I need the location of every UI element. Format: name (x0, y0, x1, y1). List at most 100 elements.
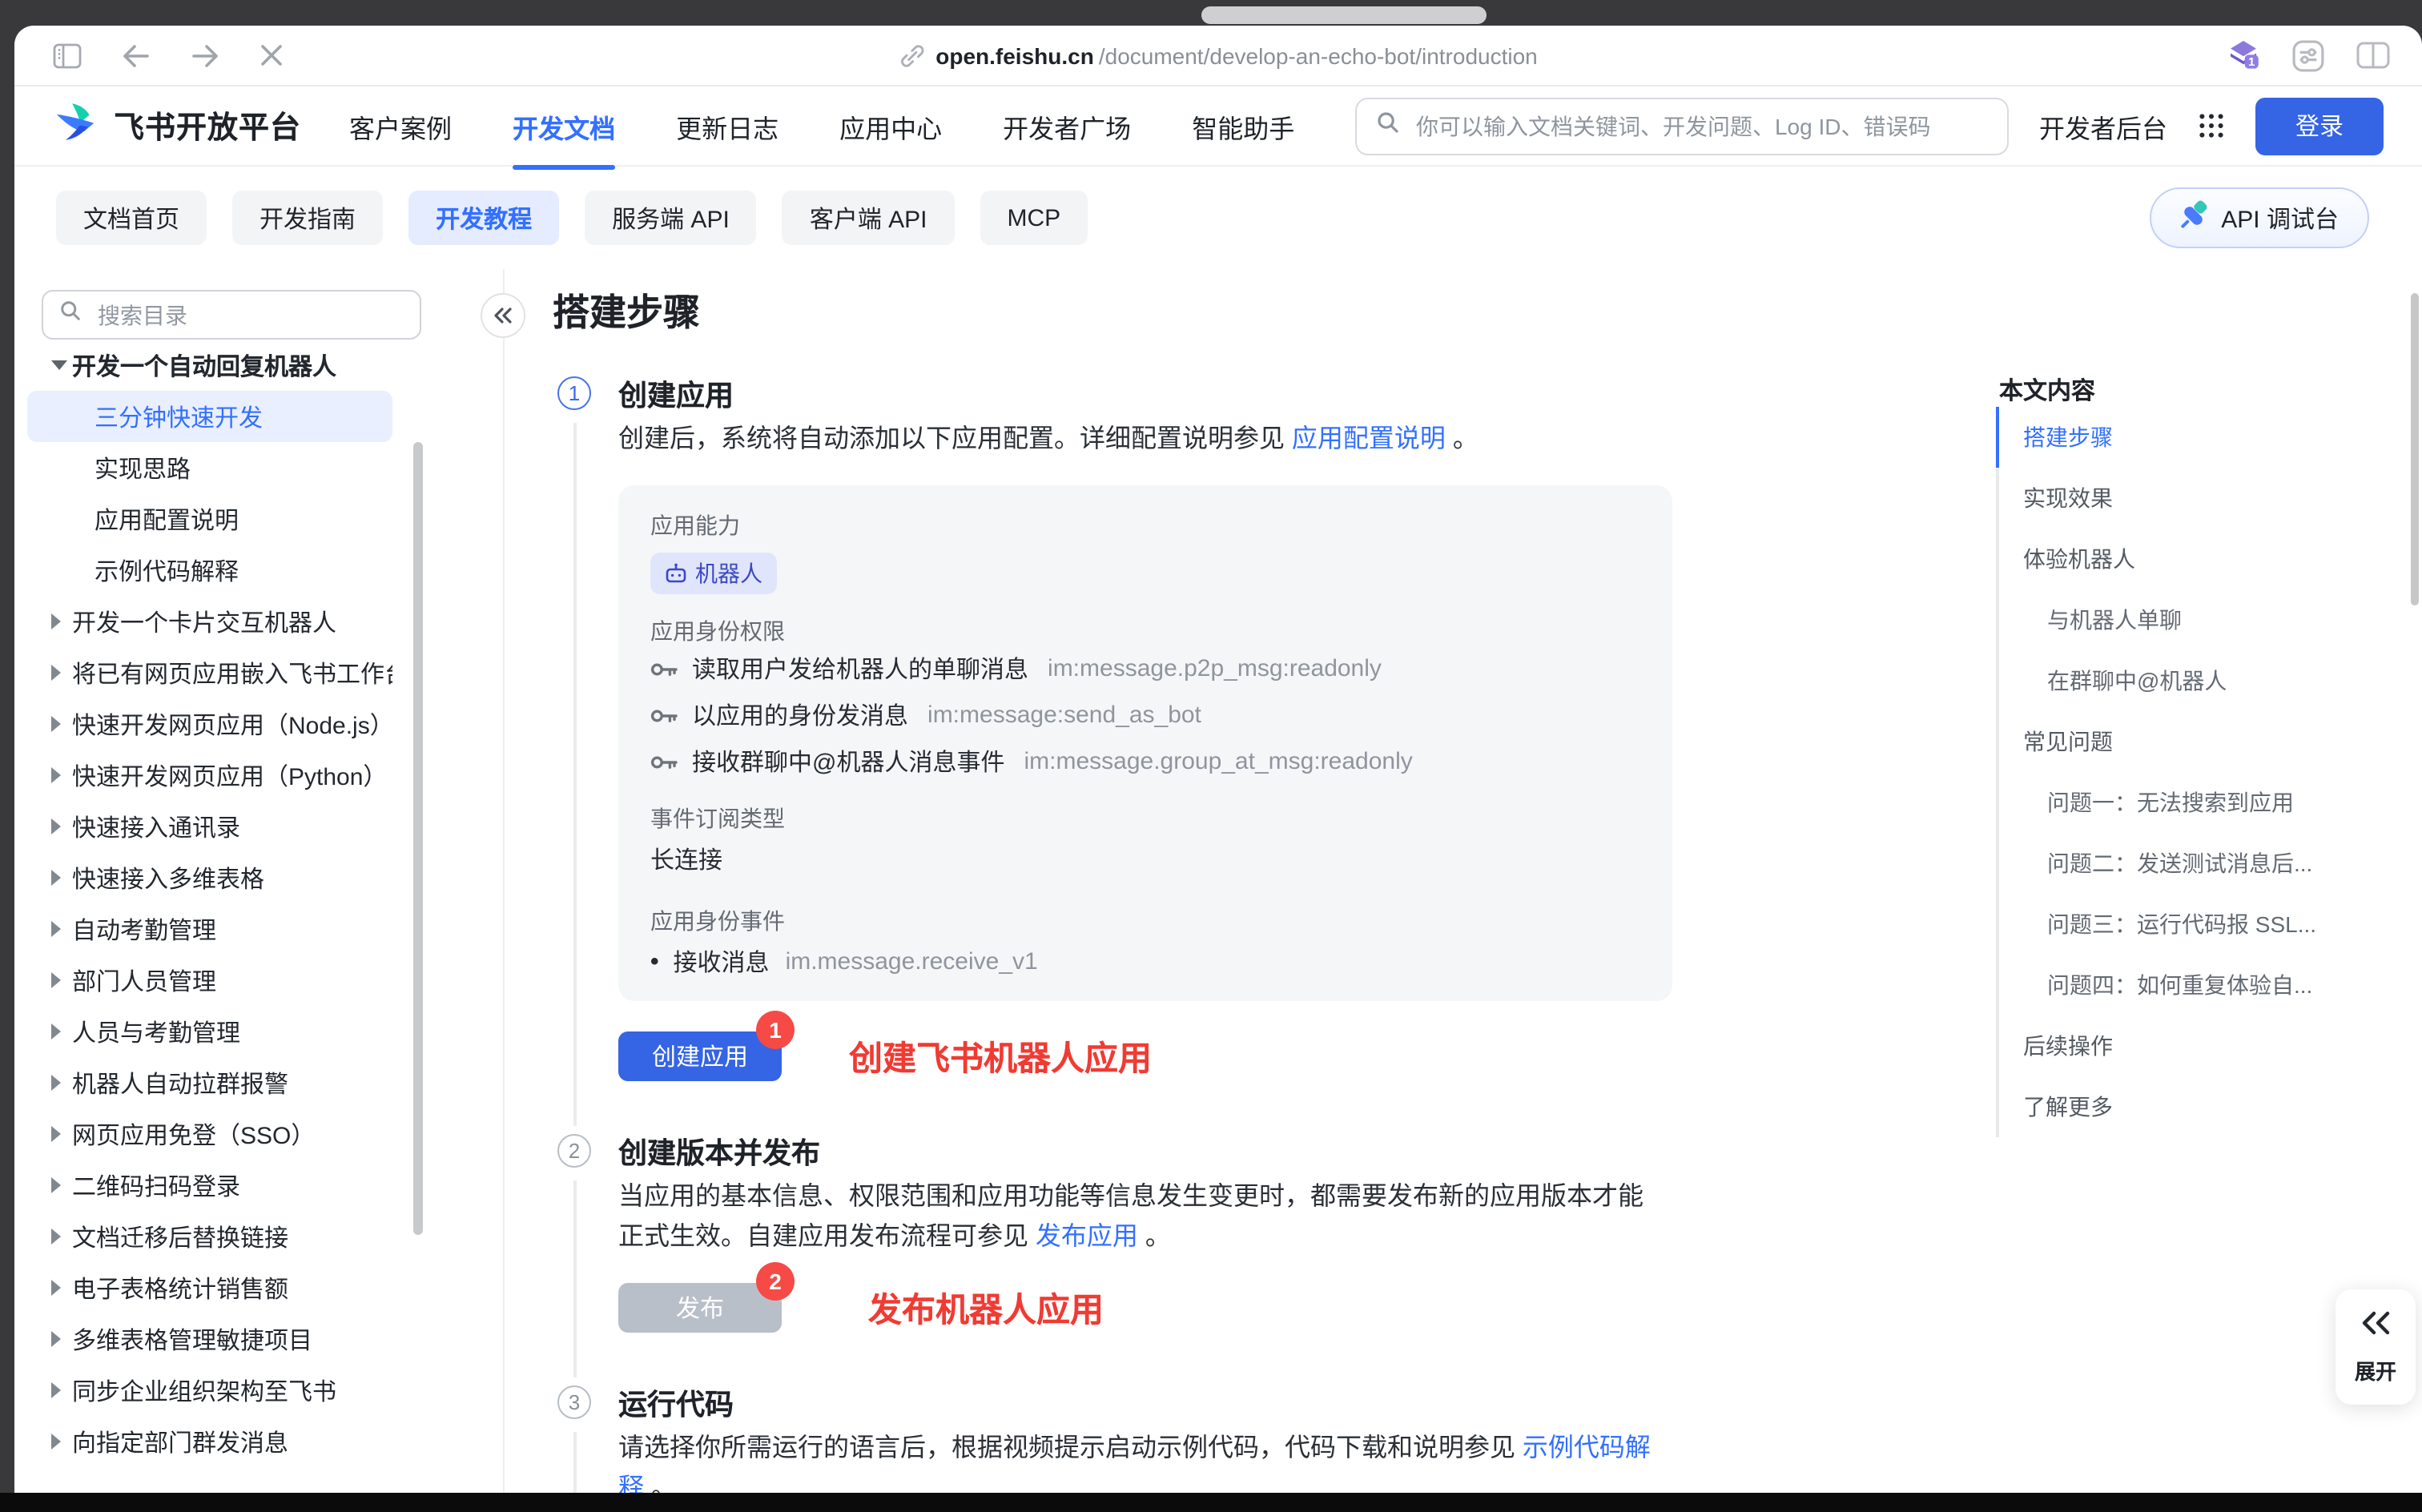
close-icon[interactable] (260, 43, 284, 67)
sidebar-tree-item[interactable]: 二维码扫码登录 (27, 1160, 392, 1211)
sidebar-tree-item[interactable]: 快速接入多维表格 (27, 852, 392, 903)
sidebar-tree-item[interactable]: 文档迁移后替换链接 (27, 1211, 392, 1262)
subnav-tab[interactable]: 开发教程 (408, 191, 560, 245)
toc-item[interactable]: 问题三：运行代码报 SSL... (1996, 894, 2412, 955)
inline-link[interactable]: 应用配置说明 (1292, 426, 1446, 453)
event-type-label: 事件订阅类型 (650, 806, 785, 831)
nav-item[interactable]: 开发文档 (513, 107, 615, 145)
toc-item[interactable]: 实现效果 (1996, 468, 2412, 529)
nav-item[interactable]: 智能助手 (1192, 107, 1294, 145)
sidebar-tree-item[interactable]: 快速接入通讯录 (27, 801, 392, 852)
page-scrollbar[interactable] (2411, 293, 2419, 605)
sidebar-tree-item[interactable]: 机器人自动拉群报警 (27, 1057, 392, 1108)
tree-item-label: 快速开发网页应用（Node.js） (72, 712, 392, 739)
sidebar-tree-item[interactable]: 同步企业组织架构至飞书 (27, 1365, 392, 1416)
search-icon (59, 300, 82, 330)
sidebar-tree-item[interactable]: 多维表格管理敏捷项目 (27, 1313, 392, 1365)
developer-console-link[interactable]: 开发者后台 (2039, 107, 2167, 145)
sidebar-tree-item[interactable]: 将已有网页应用嵌入飞书工作台 (27, 647, 392, 698)
event-row: • 接收消息 im.message.receive_v1 (650, 945, 1640, 977)
toc-item[interactable]: 常见问题 (1996, 711, 2412, 772)
sidebar-scrollbar[interactable] (413, 442, 423, 1235)
back-icon[interactable] (122, 42, 151, 68)
subnav-tab[interactable]: 文档首页 (56, 191, 207, 245)
tree-item-label: 三分钟快速开发 (95, 404, 264, 432)
permission-row: 读取用户发给机器人的单聊消息 im:message.p2p_msg:readonl… (650, 645, 1640, 692)
tree-item-label: 多维表格管理敏捷项目 (72, 1327, 313, 1354)
permission-name: 接收群聊中@机器人消息事件 (692, 750, 1005, 777)
toc-item[interactable]: 问题四：如何重复体验自... (1996, 955, 2412, 1015)
forward-icon[interactable] (191, 42, 219, 68)
sidebar-collapse-button[interactable] (481, 293, 525, 338)
tree-item-label: 向指定部门群发消息 (72, 1430, 289, 1457)
sidebar-tree-item[interactable]: 示例代码解释 (27, 545, 392, 596)
sliders-icon[interactable] (2292, 39, 2324, 71)
sidebar-tree-item[interactable]: 部门人员管理 (27, 955, 392, 1006)
brand[interactable]: 飞书开放平台 (53, 99, 301, 152)
toc-item[interactable]: 与机器人单聊 (1996, 589, 2412, 650)
create-app-button[interactable]: 创建应用 1 (618, 1011, 795, 1081)
step-heading: 创建应用 (618, 380, 734, 412)
toc-item[interactable]: 后续操作 (1996, 1015, 2412, 1076)
caret-right-icon (51, 1280, 72, 1296)
window-drag-pill[interactable] (1201, 6, 1487, 24)
caret-right-icon (51, 767, 72, 783)
nav-item[interactable]: 更新日志 (676, 107, 778, 145)
tree-item-label: 快速开发网页应用（Python） (72, 763, 388, 790)
sidebar-tree-item[interactable]: 快速开发网页应用（Python） (27, 750, 392, 801)
sidebar-tree-item[interactable]: 开发一个卡片交互机器人 (27, 596, 392, 647)
nav-item[interactable]: 应用中心 (839, 107, 942, 145)
subnav-tab[interactable]: 服务端 API (585, 191, 757, 245)
publish-button[interactable]: 发布 2 (618, 1262, 795, 1333)
expand-panel-button[interactable]: 展开 (2336, 1289, 2416, 1405)
nav-item[interactable]: 开发者广场 (1003, 107, 1131, 145)
header-search-box[interactable] (1354, 97, 2009, 155)
sidebar-tree-item[interactable]: 快速开发网页应用（Node.js） (27, 698, 392, 750)
sidebar-tree-item[interactable]: 开发一个自动回复机器人 (27, 340, 392, 391)
nav-item[interactable]: 客户案例 (349, 107, 452, 145)
toc-list: 搭建步骤 实现效果 体验机器人 与机器人单聊 在群聊中@机器人 常见问题 问题一：无法搜索到… (1996, 407, 2412, 1137)
sidebar-tree-item[interactable]: 网页应用免登（SSO） (27, 1108, 392, 1160)
permissions-label: 应用身份权限 (650, 618, 785, 644)
login-button[interactable]: 登录 (2255, 97, 2384, 155)
robot-capability-tag: 机器人 (650, 553, 777, 594)
toc-item[interactable]: 搭建步骤 (1996, 407, 2412, 468)
events-label: 应用身份事件 (650, 908, 785, 934)
toc-item[interactable]: 问题一：无法搜索到应用 (1996, 772, 2412, 833)
sidebar-tree-item[interactable]: 三分钟快速开发 (27, 391, 392, 442)
browser-toolbar: open.feishu.cn/document/develop-an-echo-… (14, 26, 2422, 86)
sidebar-search-input[interactable] (95, 300, 404, 329)
tree-item-label: 文档迁移后替换链接 (72, 1224, 289, 1252)
api-debug-button[interactable]: API 调试台 (2149, 187, 2369, 248)
permission-row: 接收群聊中@机器人消息事件 im:message.group_at_msg:rea… (650, 738, 1640, 785)
sidebar-tree-item[interactable]: 实现思路 (27, 442, 392, 493)
subnav-tab[interactable]: 客户端 API (782, 191, 955, 245)
caret-right-icon (51, 1023, 72, 1040)
subnav-tab[interactable]: 开发指南 (232, 191, 384, 245)
apps-grid-icon[interactable] (2198, 112, 2225, 139)
sidebar-search-box[interactable] (42, 290, 421, 340)
sidebar-toggle-icon[interactable] (53, 42, 82, 68)
toc-item[interactable]: 了解更多 (1996, 1076, 2412, 1137)
toc-item[interactable]: 在群聊中@机器人 (1996, 650, 2412, 711)
extension-icon[interactable]: 1 (2227, 38, 2260, 72)
toc-item[interactable]: 问题二：发送测试消息后... (1996, 833, 2412, 894)
toc-item[interactable]: 体验机器人 (1996, 529, 2412, 589)
sidebar-tree-item[interactable]: 向指定部门群发消息 (27, 1416, 392, 1467)
sidebar-tree-item[interactable]: 自动考勤管理 (27, 903, 392, 955)
sidebar-tree-item[interactable]: 应用配置说明 (27, 493, 392, 545)
split-view-icon[interactable] (2356, 42, 2390, 69)
caret-right-icon (51, 1382, 72, 1398)
brand-name: 飞书开放平台 (114, 112, 302, 146)
subnav-tab[interactable]: MCP (980, 191, 1088, 245)
publish-button-label: 发布 (675, 1296, 724, 1323)
address-bar[interactable]: open.feishu.cn/document/develop-an-echo-… (899, 26, 1538, 85)
step-1-action-row: 创建应用 1 创建飞书机器人应用 (618, 1011, 1693, 1081)
tree-item-label: 将已有网页应用嵌入飞书工作台 (72, 661, 392, 688)
inline-link[interactable]: 发布应用 (1036, 1224, 1138, 1251)
sidebar-tree-item[interactable]: 人员与考勤管理 (27, 1006, 392, 1057)
sidebar-tree-item[interactable]: 电子表格统计销售额 (27, 1262, 392, 1313)
header-search-input[interactable] (1412, 111, 1988, 140)
desktop-bottom-strip (0, 1493, 2422, 1512)
plug-icon (2179, 200, 2208, 235)
